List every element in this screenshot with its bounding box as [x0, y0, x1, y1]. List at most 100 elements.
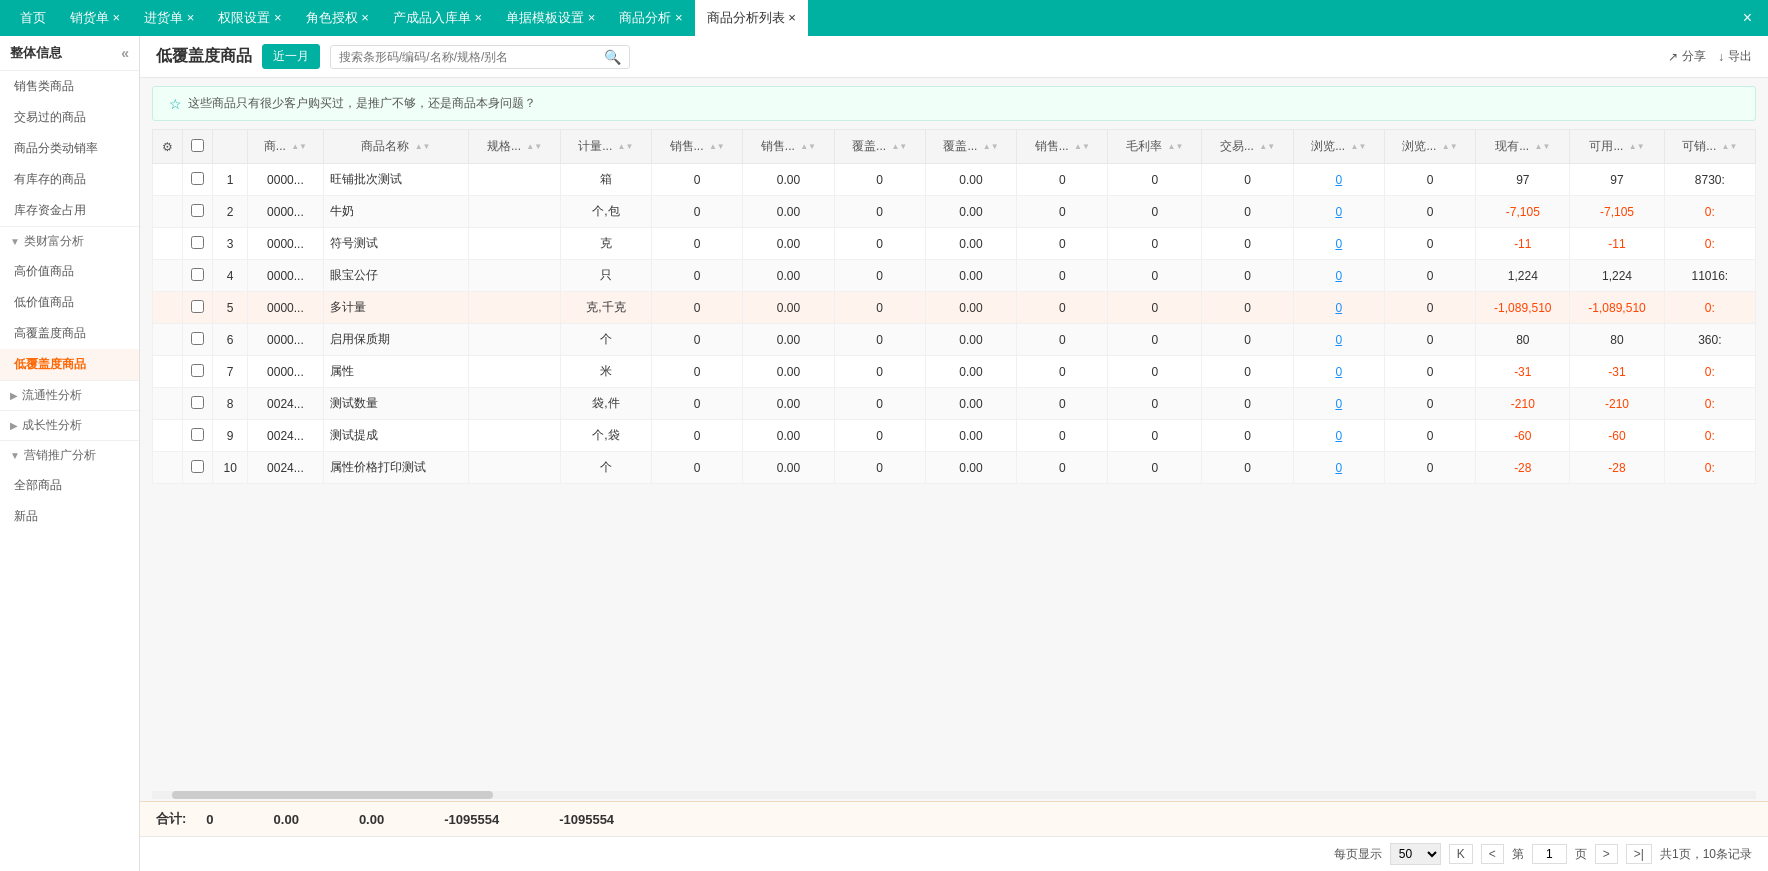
sidebar-item-high-value[interactable]: 高价值商品	[0, 256, 139, 287]
cell-view1[interactable]: 0	[1293, 196, 1384, 228]
col-name[interactable]: 商品名称 ▲▼	[323, 130, 469, 164]
row-checkbox[interactable]	[191, 460, 204, 473]
cell-view1[interactable]: 0	[1293, 324, 1384, 356]
row-checkbox[interactable]	[191, 428, 204, 441]
col-settings[interactable]: ⚙	[153, 130, 183, 164]
sidebar-item-all-products[interactable]: 全部商品	[0, 470, 139, 501]
col-unit[interactable]: 计量... ▲▼	[560, 130, 651, 164]
cell-view1[interactable]: 0	[1293, 356, 1384, 388]
col-current[interactable]: 现有... ▲▼	[1476, 130, 1570, 164]
sidebar-section-marketing[interactable]: ▼ 营销推广分析	[0, 440, 139, 470]
col-view2[interactable]: 浏览... ▲▼	[1384, 130, 1475, 164]
col-sales1[interactable]: 销售... ▲▼	[651, 130, 742, 164]
cell-view1[interactable]: 0	[1293, 260, 1384, 292]
nav-product-analysis-list[interactable]: 商品分析列表 ×	[695, 0, 808, 36]
row-checkbox[interactable]	[191, 268, 204, 281]
cell-settings	[153, 228, 183, 260]
nav-product-analysis[interactable]: 商品分析 ×	[607, 0, 694, 36]
cell-checkbox[interactable]	[183, 324, 213, 356]
prev-page-btn[interactable]: <	[1481, 844, 1504, 864]
cell-name: 测试数量	[323, 388, 469, 420]
sidebar-item-inventory-capital[interactable]: 库存资金占用	[0, 195, 139, 226]
sidebar-item-high-coverage[interactable]: 高覆盖度商品	[0, 318, 139, 349]
cell-view1[interactable]: 0	[1293, 388, 1384, 420]
row-checkbox[interactable]	[191, 172, 204, 185]
cell-profit: 0	[1108, 260, 1202, 292]
cell-checkbox[interactable]	[183, 356, 213, 388]
sidebar-item-new-products[interactable]: 新品	[0, 501, 139, 532]
cell-spec	[469, 292, 560, 324]
cell-view1[interactable]: 0	[1293, 420, 1384, 452]
search-icon[interactable]: 🔍	[604, 49, 621, 65]
col-cover1[interactable]: 覆盖... ▲▼	[834, 130, 925, 164]
col-view1[interactable]: 浏览... ▲▼	[1293, 130, 1384, 164]
horizontal-scrollbar[interactable]	[152, 791, 1756, 799]
row-checkbox[interactable]	[191, 396, 204, 409]
cell-checkbox[interactable]	[183, 260, 213, 292]
search-input[interactable]	[339, 50, 604, 64]
cell-checkbox[interactable]	[183, 228, 213, 260]
row-checkbox[interactable]	[191, 332, 204, 345]
nav-sales[interactable]: 销货单 ×	[58, 0, 132, 36]
cell-checkbox[interactable]	[183, 452, 213, 484]
page-size-select[interactable]: 50 100 200	[1390, 843, 1441, 865]
cell-checkbox[interactable]	[183, 196, 213, 228]
cell-view1[interactable]: 0	[1293, 228, 1384, 260]
cell-checkbox[interactable]	[183, 292, 213, 324]
nav-home[interactable]: 首页	[8, 0, 58, 36]
nav-purchase[interactable]: 进货单 ×	[132, 0, 206, 36]
export-btn[interactable]: ↓ 导出	[1718, 48, 1752, 65]
col-code[interactable]: 商... ▲▼	[248, 130, 323, 164]
last-page-btn[interactable]: >|	[1626, 844, 1652, 864]
row-checkbox[interactable]	[191, 204, 204, 217]
col-profit[interactable]: 毛利率 ▲▼	[1108, 130, 1202, 164]
sidebar-item-low-value[interactable]: 低价值商品	[0, 287, 139, 318]
row-checkbox[interactable]	[191, 236, 204, 249]
page-size-label: 每页显示	[1334, 846, 1382, 863]
nav-product-entry[interactable]: 产成品入库单 ×	[381, 0, 494, 36]
sidebar-collapse-btn[interactable]: «	[121, 45, 129, 61]
cell-no: 2	[213, 196, 248, 228]
cell-sellable: 0:	[1664, 420, 1755, 452]
sidebar-section-liquidity[interactable]: ▶ 流通性分析	[0, 380, 139, 410]
share-btn[interactable]: ↗ 分享	[1668, 48, 1706, 65]
page-number-input[interactable]	[1532, 844, 1567, 864]
sidebar-item-low-coverage[interactable]: 低覆盖度商品	[0, 349, 139, 380]
col-sales2[interactable]: 销售... ▲▼	[743, 130, 834, 164]
sidebar-section-wealth-analysis[interactable]: ▼ 类财富分析	[0, 226, 139, 256]
row-checkbox[interactable]	[191, 300, 204, 313]
nav-permission[interactable]: 权限设置 ×	[206, 0, 293, 36]
col-sales3[interactable]: 销售... ▲▼	[1017, 130, 1108, 164]
col-checkbox[interactable]	[183, 130, 213, 164]
nav-role[interactable]: 角色授权 ×	[294, 0, 381, 36]
row-checkbox[interactable]	[191, 364, 204, 377]
col-available[interactable]: 可用... ▲▼	[1570, 130, 1664, 164]
cell-no: 1	[213, 164, 248, 196]
cell-checkbox[interactable]	[183, 164, 213, 196]
sidebar-item-category-rate[interactable]: 商品分类动销率	[0, 133, 139, 164]
date-filter-btn[interactable]: 近一月	[262, 44, 320, 69]
cell-view1[interactable]: 0	[1293, 292, 1384, 324]
sidebar-section-growth[interactable]: ▶ 成长性分析	[0, 410, 139, 440]
col-cover2[interactable]: 覆盖... ▲▼	[925, 130, 1016, 164]
next-page-btn[interactable]: >	[1595, 844, 1618, 864]
first-page-btn[interactable]: K	[1449, 844, 1473, 864]
col-trade[interactable]: 交易... ▲▼	[1202, 130, 1293, 164]
cell-sales2: 0.00	[743, 324, 834, 356]
select-all-checkbox[interactable]	[191, 139, 204, 152]
cell-view1[interactable]: 0	[1293, 452, 1384, 484]
window-close-btn[interactable]: ×	[1735, 5, 1760, 31]
sidebar-item-stocked-products[interactable]: 有库存的商品	[0, 164, 139, 195]
cell-name: 牛奶	[323, 196, 469, 228]
sidebar-item-sales-products[interactable]: 销售类商品	[0, 71, 139, 102]
cell-checkbox[interactable]	[183, 420, 213, 452]
scrollbar-thumb[interactable]	[172, 791, 493, 799]
sidebar-item-traded-products[interactable]: 交易过的商品	[0, 102, 139, 133]
col-sellable[interactable]: 可销... ▲▼	[1664, 130, 1755, 164]
cell-cover2: 0.00	[925, 196, 1016, 228]
cell-checkbox[interactable]	[183, 388, 213, 420]
col-spec[interactable]: 规格... ▲▼	[469, 130, 560, 164]
cell-view1[interactable]: 0	[1293, 164, 1384, 196]
nav-template[interactable]: 单据模板设置 ×	[494, 0, 607, 36]
cell-view2: 0	[1384, 292, 1475, 324]
